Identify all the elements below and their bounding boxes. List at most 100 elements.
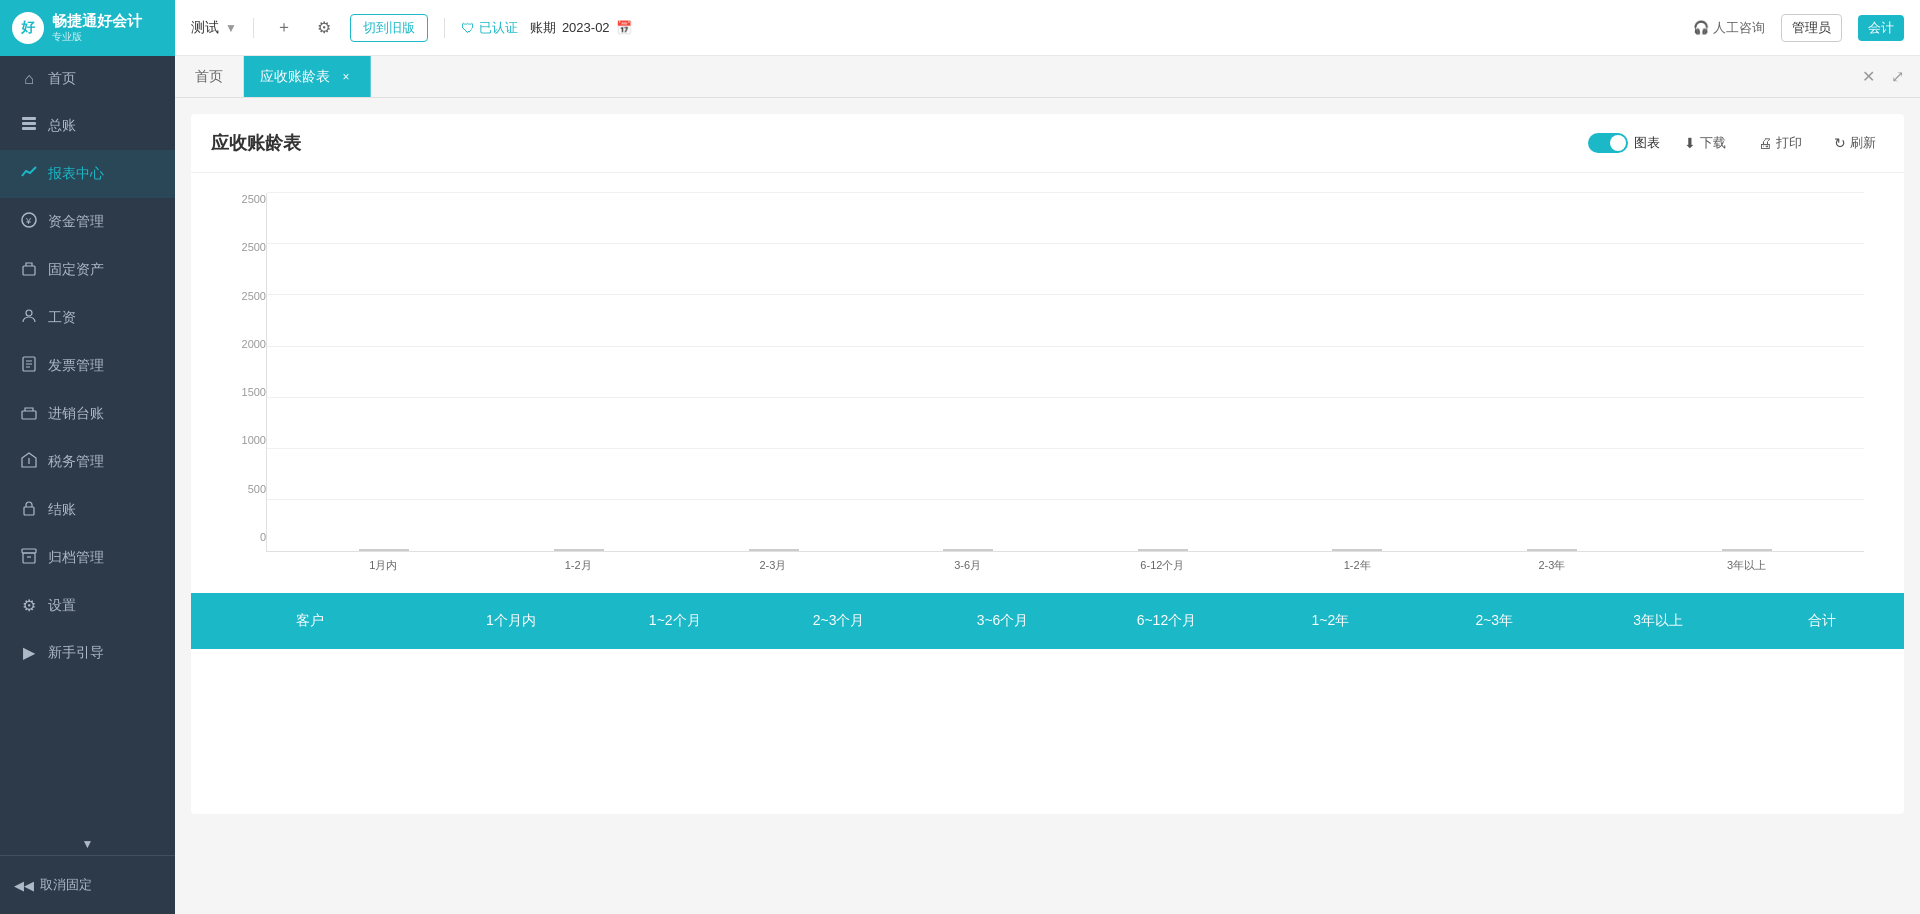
sidebar-item-assets[interactable]: 固定资产 [0,246,175,294]
tab-home[interactable]: 首页 [175,56,244,97]
report-header: 应收账龄表 图表 ⬇ 下载 🖨 [191,114,1904,173]
sidebar-item-ledger[interactable]: 总账 [0,102,175,150]
th-2-3month: 2~3个月 [757,612,921,630]
x-label-1: 1月内 [286,558,481,573]
sidebar-item-invoice[interactable]: 发票管理 [0,342,175,390]
sidebar-logo: 好 畅捷通好会计 专业版 [0,0,175,56]
reports-icon [20,164,38,184]
add-button[interactable]: ＋ [270,14,298,42]
bar-1month [359,549,409,551]
payroll-icon [20,308,38,328]
scroll-down-indicator: ▼ [0,833,175,855]
tab-bar-actions: ✕ ⤢ [1858,63,1920,90]
chart-inner: 2500 2500 2500 2000 1500 1000 500 0 [221,193,1864,573]
sidebar-item-home[interactable]: ⌂ 首页 [0,56,175,102]
sidebar-item-settings[interactable]: ⚙ 设置 [0,582,175,629]
assets-icon [20,260,38,280]
ledger-icon [20,116,38,136]
settings-gear-button[interactable]: ⚙ [310,14,338,42]
tab-ar-aging[interactable]: 应收账龄表 × [244,56,371,97]
bar-1-2year [1332,549,1382,551]
bar-1-2month [554,549,604,551]
bar-group-1-2year [1260,549,1455,551]
divider-1 [253,18,254,38]
chart-grid [266,193,1864,552]
toggle-switch-button[interactable] [1588,133,1628,153]
topbar-right: 🎧 人工咨询 管理员 会计 [1693,14,1904,42]
archive-icon [20,548,38,568]
switch-version-button[interactable]: 切到旧版 [350,14,428,42]
sidebar-item-archive[interactable]: 归档管理 [0,534,175,582]
print-icon: 🖨 [1758,135,1772,151]
sidebar-item-payroll[interactable]: 工资 [0,294,175,342]
th-3plus-year: 3年以上 [1576,612,1740,630]
refresh-button[interactable]: ↻ 刷新 [1826,130,1884,156]
certified-badge: 🛡 已认证 [461,19,518,37]
cancel-fixed-button[interactable]: ◀◀ 取消固定 [0,866,175,904]
svg-rect-2 [22,127,36,130]
tab-close-button[interactable]: × [338,69,354,85]
sidebar-item-inventory[interactable]: 进销台账 [0,390,175,438]
download-button[interactable]: ⬇ 下载 [1676,130,1734,156]
chart-container: 2500 2500 2500 2000 1500 1000 500 0 [191,173,1904,593]
sidebar-item-funds[interactable]: ¥ 资金管理 [0,198,175,246]
funds-icon: ¥ [20,212,38,232]
sidebar-bottom: ◀◀ 取消固定 [0,855,175,914]
x-label-5: 6-12个月 [1065,558,1260,573]
toggle-knob [1610,135,1626,151]
refresh-icon: ↻ [1834,135,1846,151]
bar-3plus-year [1722,549,1772,551]
role-button[interactable]: 会计 [1858,15,1904,41]
bar-group-3-6month [871,549,1066,551]
download-icon: ⬇ [1684,135,1696,151]
chart-plot: 1月内 1-2月 2-3月 3-6月 6-12个月 1-2年 2-3年 3年以上 [266,193,1864,573]
bar-3-6month [943,549,993,551]
logo-icon: 好 [12,12,44,44]
bar-2-3month [749,549,799,551]
dropdown-arrow-icon: ▼ [225,21,237,35]
sidebar-item-closing[interactable]: 结账 [0,486,175,534]
svg-point-6 [26,310,32,316]
bar-group-6-12month [1066,549,1261,551]
tab-bar: 首页 应收账龄表 × ✕ ⤢ [175,56,1920,98]
bar-group-2-3month [676,549,871,551]
th-3-6month: 3~6个月 [921,612,1085,630]
expand-tab-action-button[interactable]: ⤢ [1887,63,1908,90]
period-selector[interactable]: 账期 2023-02 📅 [530,19,632,37]
close-tab-action-button[interactable]: ✕ [1858,63,1879,90]
bar-2-3year [1527,549,1577,551]
sidebar-nav: ⌂ 首页 总账 报表中心 ¥ 资金管理 [0,56,175,833]
shield-icon: 🛡 [461,20,475,36]
bars-container [267,193,1864,551]
bar-group-1-2month [482,549,677,551]
sidebar: 好 畅捷通好会计 专业版 ⌂ 首页 总账 报表中心 ¥ [0,0,175,914]
report-actions: 图表 ⬇ 下载 🖨 打印 ↻ 刷新 [1588,130,1884,156]
user-button[interactable]: 管理员 [1781,14,1842,42]
closing-icon [20,500,38,520]
sidebar-item-guide[interactable]: ▶ 新手引导 [0,629,175,676]
company-selector[interactable]: 测试 ▼ [191,19,237,37]
th-1-2month: 1~2个月 [593,612,757,630]
svg-rect-16 [23,553,35,563]
help-button[interactable]: 🎧 人工咨询 [1693,19,1765,37]
svg-rect-5 [23,266,35,275]
table-section: 客户 1个月内 1~2个月 2~3个月 3~6个月 6~12个月 1~2年 2~… [191,593,1904,649]
page-content: 应收账龄表 图表 ⬇ 下载 🖨 [175,98,1920,914]
chart-toggle: 图表 [1588,133,1660,153]
topbar: 测试 ▼ ＋ ⚙ 切到旧版 🛡 已认证 账期 2023-02 📅 🎧 人工咨询 … [175,0,1920,56]
calendar-icon: 📅 [616,20,632,35]
svg-rect-0 [22,117,36,120]
sidebar-item-reports[interactable]: 报表中心 [0,150,175,198]
sidebar-item-tax[interactable]: 税务管理 [0,438,175,486]
chart-y-axis: 2500 2500 2500 2000 1500 1000 500 0 [221,193,266,573]
chart-x-labels: 1月内 1-2月 2-3月 3-6月 6-12个月 1-2年 2-3年 3年以上 [266,552,1864,573]
x-label-3: 2-3月 [676,558,871,573]
chart-toggle-label: 图表 [1634,134,1660,152]
th-1-2year: 1~2年 [1248,612,1412,630]
svg-rect-11 [22,411,36,419]
bar-6-12month [1138,549,1188,551]
main-area: 测试 ▼ ＋ ⚙ 切到旧版 🛡 已认证 账期 2023-02 📅 🎧 人工咨询 … [175,0,1920,914]
x-label-8: 3年以上 [1649,558,1844,573]
print-button[interactable]: 🖨 打印 [1750,130,1810,156]
svg-text:¥: ¥ [25,216,32,226]
